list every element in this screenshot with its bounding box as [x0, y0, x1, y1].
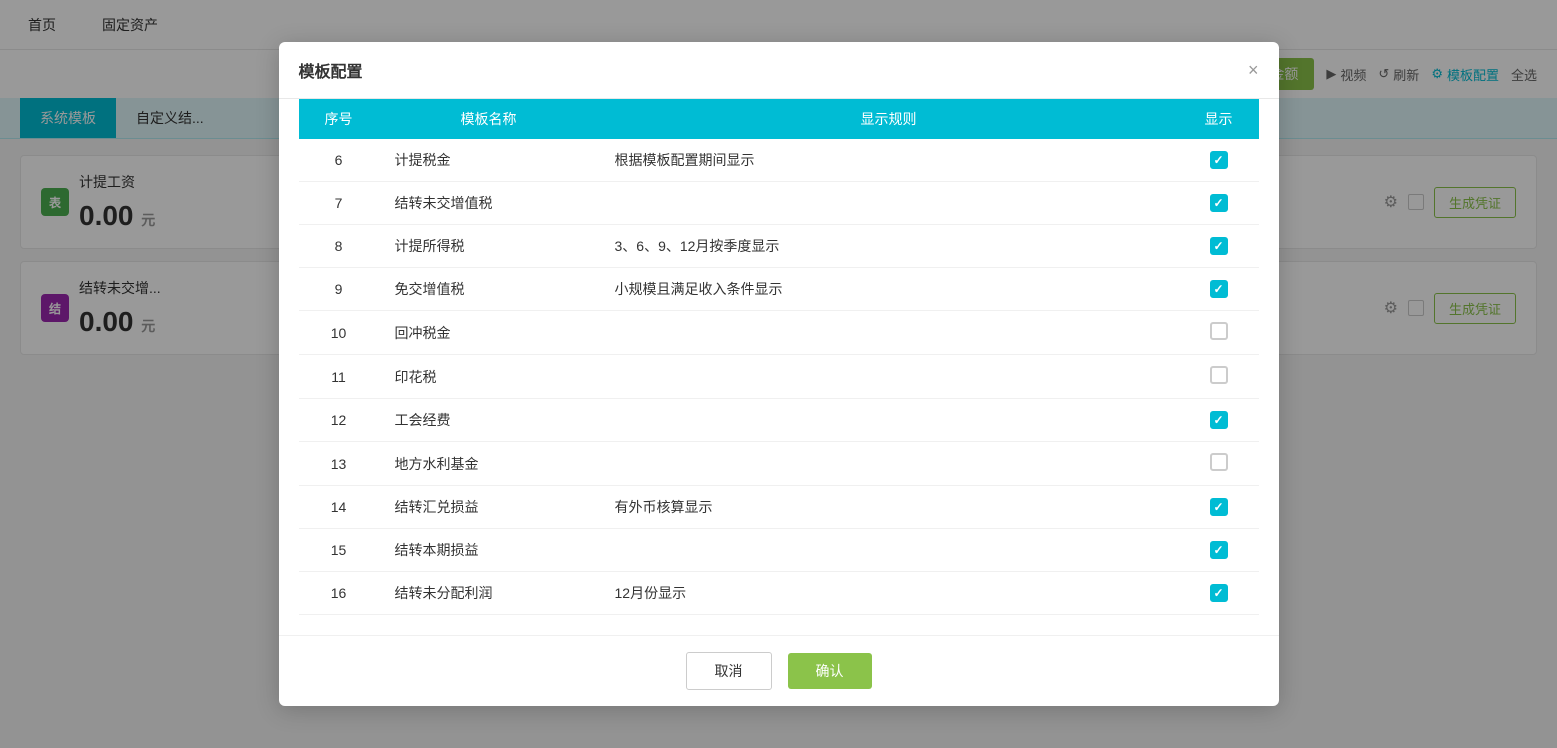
- cell-name: 结转汇兑损益: [379, 486, 599, 529]
- cell-name: 计提税金: [379, 139, 599, 182]
- modal-template-config: 模板配置 × 序号 模板名称 显示规则 显示 6计提税金根据模板配置期间显示7结…: [279, 42, 1279, 706]
- table-row: 16结转未分配利润12月份显示: [299, 572, 1259, 615]
- cell-name: 地方水利基金: [379, 442, 599, 486]
- config-table: 序号 模板名称 显示规则 显示 6计提税金根据模板配置期间显示7结转未交增值税8…: [299, 99, 1259, 615]
- cell-id: 13: [299, 442, 379, 486]
- display-checkbox[interactable]: [1210, 453, 1228, 471]
- cell-id: 14: [299, 486, 379, 529]
- table-row: 10回冲税金: [299, 311, 1259, 355]
- cell-display: [1179, 225, 1259, 268]
- display-checkbox[interactable]: [1210, 194, 1228, 212]
- confirm-button[interactable]: 确认: [788, 653, 872, 689]
- cell-id: 6: [299, 139, 379, 182]
- cell-name: 结转未交增值税: [379, 182, 599, 225]
- cell-rule: [599, 311, 1179, 355]
- cell-name: 印花税: [379, 355, 599, 399]
- cell-id: 7: [299, 182, 379, 225]
- table-row: 11印花税: [299, 355, 1259, 399]
- cell-name: 计提所得税: [379, 225, 599, 268]
- cell-rule: 12月份显示: [599, 572, 1179, 615]
- display-checkbox[interactable]: [1210, 237, 1228, 255]
- table-body: 6计提税金根据模板配置期间显示7结转未交增值税8计提所得税3、6、9、12月按季…: [299, 139, 1259, 615]
- cell-id: 12: [299, 399, 379, 442]
- cell-id: 15: [299, 529, 379, 572]
- cell-rule: 3、6、9、12月按季度显示: [599, 225, 1179, 268]
- modal-header: 模板配置 ×: [279, 42, 1279, 99]
- display-checkbox[interactable]: [1210, 151, 1228, 169]
- display-checkbox[interactable]: [1210, 322, 1228, 340]
- col-header-id: 序号: [299, 99, 379, 139]
- cell-rule: 小规模且满足收入条件显示: [599, 268, 1179, 311]
- cell-display: [1179, 529, 1259, 572]
- display-checkbox[interactable]: [1210, 411, 1228, 429]
- display-checkbox[interactable]: [1210, 366, 1228, 384]
- cell-id: 11: [299, 355, 379, 399]
- cell-display: [1179, 355, 1259, 399]
- cell-display: [1179, 399, 1259, 442]
- cell-name: 结转本期损益: [379, 529, 599, 572]
- cell-display: [1179, 442, 1259, 486]
- modal-close-button[interactable]: ×: [1248, 61, 1259, 79]
- col-header-rule: 显示规则: [599, 99, 1179, 139]
- table-row: 14结转汇兑损益有外币核算显示: [299, 486, 1259, 529]
- cell-name: 结转未分配利润: [379, 572, 599, 615]
- cell-id: 10: [299, 311, 379, 355]
- cell-rule: [599, 355, 1179, 399]
- cell-rule: [599, 182, 1179, 225]
- modal-overlay: 模板配置 × 序号 模板名称 显示规则 显示 6计提税金根据模板配置期间显示7结…: [0, 0, 1557, 748]
- cancel-button[interactable]: 取消: [686, 652, 772, 690]
- display-checkbox[interactable]: [1210, 498, 1228, 516]
- cell-rule: [599, 529, 1179, 572]
- cell-rule: [599, 399, 1179, 442]
- table-row: 15结转本期损益: [299, 529, 1259, 572]
- table-row: 9免交增值税小规模且满足收入条件显示: [299, 268, 1259, 311]
- display-checkbox[interactable]: [1210, 584, 1228, 602]
- modal-body: 序号 模板名称 显示规则 显示 6计提税金根据模板配置期间显示7结转未交增值税8…: [279, 99, 1279, 635]
- col-header-display: 显示: [1179, 99, 1259, 139]
- cell-name: 免交增值税: [379, 268, 599, 311]
- display-checkbox[interactable]: [1210, 541, 1228, 559]
- display-checkbox[interactable]: [1210, 280, 1228, 298]
- table-row: 13地方水利基金: [299, 442, 1259, 486]
- cell-rule: [599, 442, 1179, 486]
- cell-display: [1179, 311, 1259, 355]
- table-header-row: 序号 模板名称 显示规则 显示: [299, 99, 1259, 139]
- table-row: 6计提税金根据模板配置期间显示: [299, 139, 1259, 182]
- cell-rule: 有外币核算显示: [599, 486, 1179, 529]
- modal-title: 模板配置: [299, 58, 363, 82]
- modal-footer: 取消 确认: [279, 635, 1279, 706]
- cell-display: [1179, 139, 1259, 182]
- table-row: 12工会经费: [299, 399, 1259, 442]
- cell-display: [1179, 182, 1259, 225]
- cell-name: 回冲税金: [379, 311, 599, 355]
- cell-rule: 根据模板配置期间显示: [599, 139, 1179, 182]
- cell-display: [1179, 572, 1259, 615]
- table-row: 7结转未交增值税: [299, 182, 1259, 225]
- cell-id: 16: [299, 572, 379, 615]
- table-row: 8计提所得税3、6、9、12月按季度显示: [299, 225, 1259, 268]
- cell-name: 工会经费: [379, 399, 599, 442]
- cell-display: [1179, 268, 1259, 311]
- col-header-name: 模板名称: [379, 99, 599, 139]
- cell-id: 9: [299, 268, 379, 311]
- cell-id: 8: [299, 225, 379, 268]
- cell-display: [1179, 486, 1259, 529]
